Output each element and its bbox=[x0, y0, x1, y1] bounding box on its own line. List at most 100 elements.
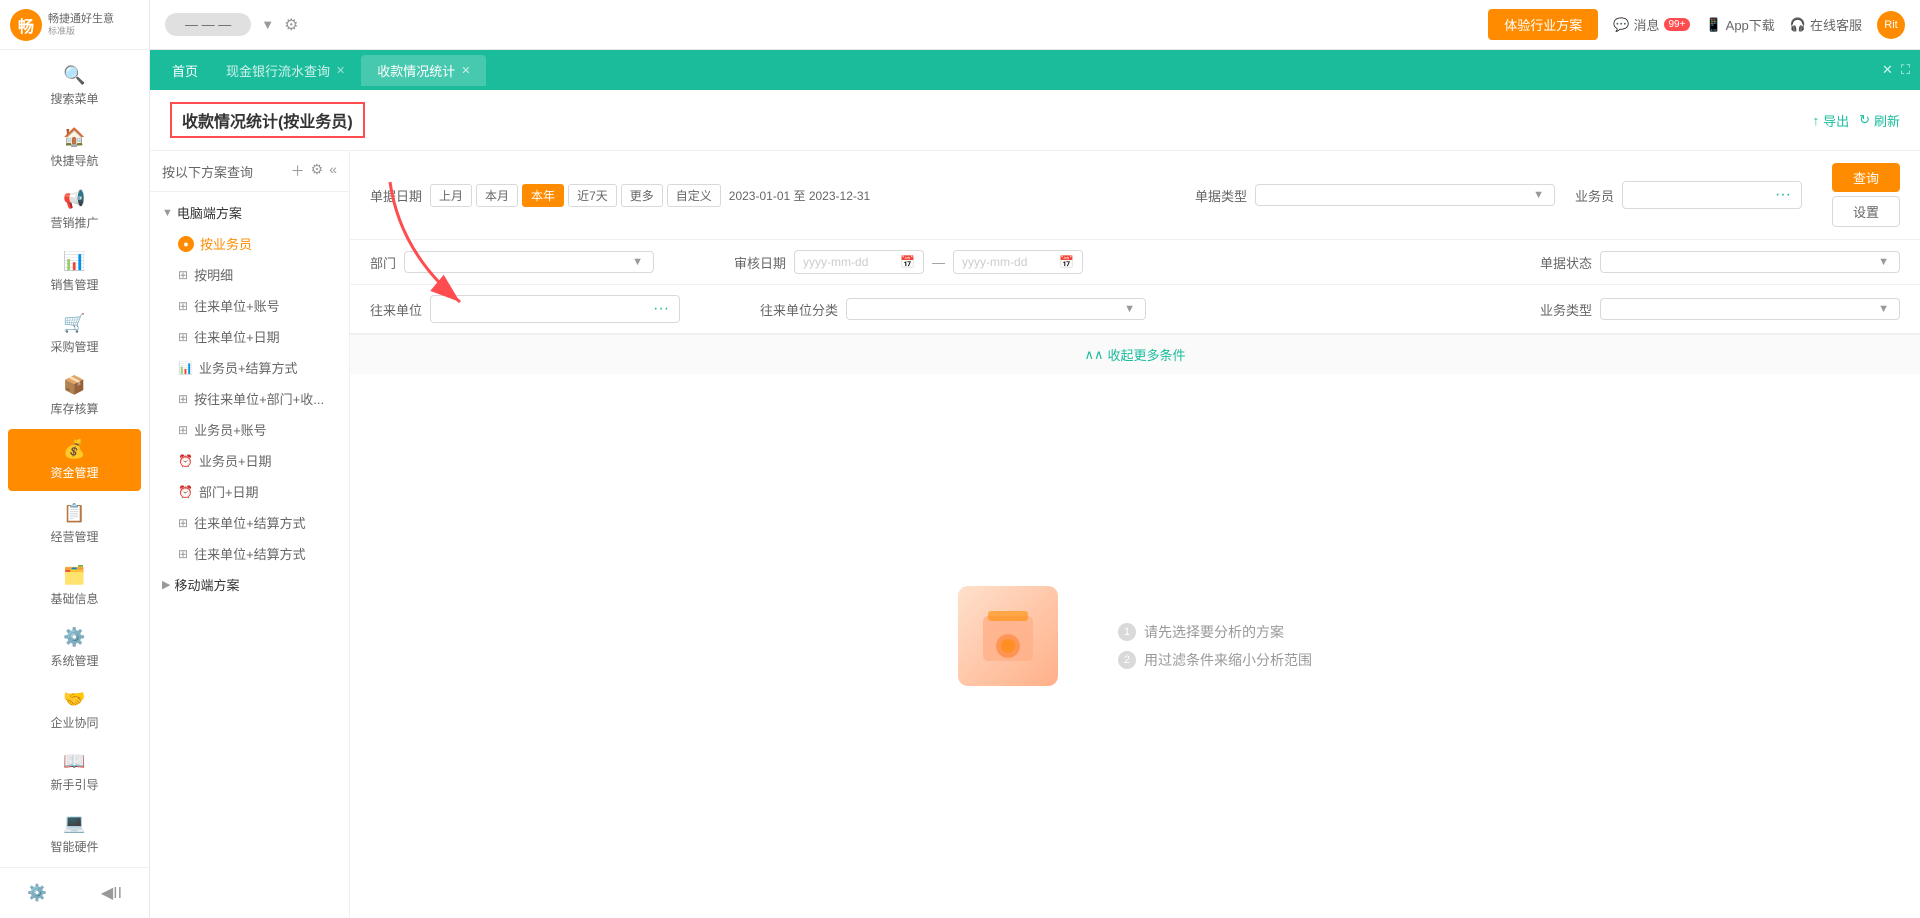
scheme-group-desktop: ▼ 电脑端方案 ● 按业务员 ⊞ 按明细 bbox=[150, 197, 349, 569]
online-service-action[interactable]: 🎧 在线客服 bbox=[1790, 15, 1862, 34]
group-mobile-arrow: ▶ bbox=[162, 578, 170, 591]
filter-biz-type: 业务类型 ▼ bbox=[1540, 298, 1900, 320]
scheme-group-mobile-header[interactable]: ▶ 移动端方案 bbox=[150, 569, 349, 600]
scheme-item-icon-sal-acct: ⊞ bbox=[178, 423, 188, 437]
date-dash-separator: — bbox=[932, 255, 945, 270]
tab-maximize-icon[interactable]: ⛶ bbox=[1901, 62, 1910, 78]
sidebar-item-basic[interactable]: 🗂️ 基础信息 bbox=[0, 555, 149, 617]
sidebar-item-hardware[interactable]: 💻 智能硬件 bbox=[0, 803, 149, 865]
sidebar-item-enterprise[interactable]: 🤝 企业协同 bbox=[0, 679, 149, 741]
hardware-icon: 💻 bbox=[63, 813, 85, 834]
partner-dots[interactable]: ··· bbox=[653, 300, 669, 318]
audit-date-from[interactable]: yyyy-mm-dd 📅 bbox=[794, 250, 924, 274]
date-this-year-btn[interactable]: 本年 bbox=[522, 184, 564, 207]
scheme-item-sal-date[interactable]: ⏰ 业务员+日期 bbox=[150, 445, 349, 476]
date-range-display: 2023-01-01 至 2023-12-31 bbox=[729, 187, 870, 204]
date-this-month-btn[interactable]: 本月 bbox=[476, 184, 518, 207]
scheme-panel-header: 按以下方案查询 ＋ ⚙ « bbox=[150, 151, 349, 192]
date-quick-group: 上月 本月 本年 近7天 更多 自定义 bbox=[430, 184, 721, 207]
sidebar-item-operation[interactable]: 📋 经营管理 bbox=[0, 493, 149, 555]
scheme-item-unit-settle2[interactable]: ⊞ 往来单位+结算方式 bbox=[150, 538, 349, 569]
salesman-dots[interactable]: ··· bbox=[1775, 186, 1791, 204]
dept-chevron: ▼ bbox=[632, 256, 643, 268]
scheme-group-desktop-header[interactable]: ▼ 电脑端方案 bbox=[150, 197, 349, 228]
biz-type-select[interactable]: ▼ bbox=[1600, 298, 1900, 320]
dropdown-icon[interactable]: ▼ bbox=[261, 17, 274, 32]
date-last7-btn[interactable]: 近7天 bbox=[568, 184, 617, 207]
user-avatar[interactable]: Rit bbox=[1877, 11, 1905, 39]
sidebar-settings-btn[interactable]: ⚙️ bbox=[22, 878, 52, 908]
audit-date-label: 审核日期 bbox=[734, 253, 786, 272]
export-btn[interactable]: ↑ 导出 bbox=[1813, 111, 1850, 130]
collapse-icon: ∧∧ bbox=[1084, 347, 1103, 363]
audit-date-to[interactable]: yyyy-mm-dd 📅 bbox=[953, 250, 1083, 274]
scheme-add-icon[interactable]: ＋ bbox=[291, 161, 305, 181]
trial-btn[interactable]: 体验行业方案 bbox=[1488, 9, 1598, 40]
doc-type-label: 单据类型 bbox=[1195, 186, 1247, 205]
tab-receipt-stats[interactable]: 收款情况统计 ✕ bbox=[361, 55, 486, 86]
scheme-panel-title: 按以下方案查询 bbox=[162, 162, 253, 181]
scheme-panel-actions: ＋ ⚙ « bbox=[291, 161, 337, 181]
sidebar-item-finance[interactable]: 💰 资金管理 bbox=[8, 429, 141, 491]
tab-home[interactable]: 首页 bbox=[160, 55, 210, 86]
tab-close-bank[interactable]: ✕ bbox=[336, 64, 345, 77]
scheme-item-salesman-settle[interactable]: 📊 业务员+结算方式 bbox=[150, 352, 349, 383]
sidebar-item-search[interactable]: 🔍 搜索菜单 bbox=[0, 55, 149, 117]
scheme-item-sal-account[interactable]: ⊞ 业务员+账号 bbox=[150, 414, 349, 445]
scheme-settings-icon[interactable]: ⚙ bbox=[311, 161, 324, 181]
doc-status-select[interactable]: ▼ bbox=[1600, 251, 1900, 273]
message-action[interactable]: 💬 消息 99+ bbox=[1613, 15, 1690, 34]
doc-type-select[interactable]: ▼ bbox=[1255, 184, 1555, 206]
sidebar-collapse-btn[interactable]: ◀II bbox=[96, 878, 127, 908]
partner-select[interactable]: ··· bbox=[430, 295, 680, 323]
collapse-more-btn[interactable]: ∧∧ 收起更多条件 bbox=[350, 334, 1920, 374]
sidebar-item-quicknav[interactable]: 🏠 快捷导航 bbox=[0, 117, 149, 179]
scheme-item-unit-date[interactable]: ⊞ 往来单位+日期 bbox=[150, 321, 349, 352]
tab-bank-flow[interactable]: 现金银行流水查询 ✕ bbox=[210, 55, 361, 86]
app-download-action[interactable]: 📱 App下载 bbox=[1705, 15, 1774, 34]
sidebar-nav: 🔍 搜索菜单 🏠 快捷导航 📢 营销推广 📊 销售管理 🛒 采购管理 📦 bbox=[0, 50, 149, 867]
settings-gear-icon[interactable]: ⚙ bbox=[284, 15, 298, 35]
scheme-item-by-salesman[interactable]: ● 按业务员 bbox=[150, 228, 349, 259]
filter-audit-date: 审核日期 yyyy-mm-dd 📅 — yyyy-mm-dd 📅 bbox=[734, 250, 1083, 274]
sidebar-item-sales[interactable]: 📊 销售管理 bbox=[0, 241, 149, 303]
filter-doc-type: 单据类型 ▼ bbox=[1195, 184, 1555, 206]
tab-close-receipt[interactable]: ✕ bbox=[461, 64, 470, 77]
filter-partner: 往来单位 ··· bbox=[370, 295, 680, 323]
scheme-item-detail[interactable]: ⊞ 按明细 bbox=[150, 259, 349, 290]
scheme-item-dept-date[interactable]: ⏰ 部门+日期 bbox=[150, 476, 349, 507]
sidebar-item-system[interactable]: ⚙️ 系统管理 bbox=[0, 617, 149, 679]
tip-num-1: 1 bbox=[1118, 623, 1136, 641]
sidebar-item-guide[interactable]: 📖 新手引导 bbox=[0, 741, 149, 803]
sidebar-item-purchase[interactable]: 🛒 采购管理 bbox=[0, 303, 149, 365]
tab-bar-right: ✕ ⛶ bbox=[1882, 62, 1910, 78]
dept-select[interactable]: ▼ bbox=[404, 251, 654, 273]
page-header-actions: ↑ 导出 ↻ 刷新 bbox=[1813, 111, 1900, 130]
export-icon: ↑ bbox=[1813, 113, 1820, 128]
date-more-btn[interactable]: 更多 bbox=[621, 184, 663, 207]
scheme-item-unit-account[interactable]: ⊞ 往来单位+账号 bbox=[150, 290, 349, 321]
scheme-item-unit-settle1[interactable]: ⊞ 往来单位+结算方式 bbox=[150, 507, 349, 538]
date-label: 单据日期 bbox=[370, 186, 422, 205]
scheme-collapse-icon[interactable]: « bbox=[329, 161, 337, 181]
date-custom-btn[interactable]: 自定义 bbox=[667, 184, 721, 207]
partner-cat-select[interactable]: ▼ bbox=[846, 298, 1146, 320]
top-bar: — — — ▼ ⚙ 体验行业方案 💬 消息 99+ 📱 App下载 🎧 在线客服 bbox=[150, 0, 1920, 50]
basic-icon: 🗂️ bbox=[63, 565, 85, 586]
tab-close-all-icon[interactable]: ✕ bbox=[1882, 62, 1893, 78]
refresh-btn[interactable]: ↻ 刷新 bbox=[1859, 111, 1900, 130]
sidebar-item-marketing[interactable]: 📢 营销推广 bbox=[0, 179, 149, 241]
tab-bar: 首页 现金银行流水查询 ✕ 收款情况统计 ✕ ✕ ⛶ bbox=[150, 50, 1920, 90]
calendar-from-icon[interactable]: 📅 bbox=[900, 255, 915, 269]
scheme-item-unit-dept[interactable]: ⊞ 按往来单位+部门+收... bbox=[150, 383, 349, 414]
query-btn[interactable]: 查询 bbox=[1832, 163, 1900, 192]
scheme-item-icon-sal-date: ⏰ bbox=[178, 454, 193, 468]
salesman-select[interactable]: ··· bbox=[1622, 181, 1802, 209]
biz-type-label: 业务类型 bbox=[1540, 300, 1592, 319]
page-title-box: 收款情况统计(按业务员) bbox=[170, 102, 365, 138]
sidebar-item-inventory[interactable]: 📦 库存核算 bbox=[0, 365, 149, 427]
settings-filter-btn[interactable]: 设置 bbox=[1832, 196, 1900, 227]
date-last-month-btn[interactable]: 上月 bbox=[430, 184, 472, 207]
partner-cat-label: 往来单位分类 bbox=[760, 300, 838, 319]
calendar-to-icon[interactable]: 📅 bbox=[1059, 255, 1074, 269]
